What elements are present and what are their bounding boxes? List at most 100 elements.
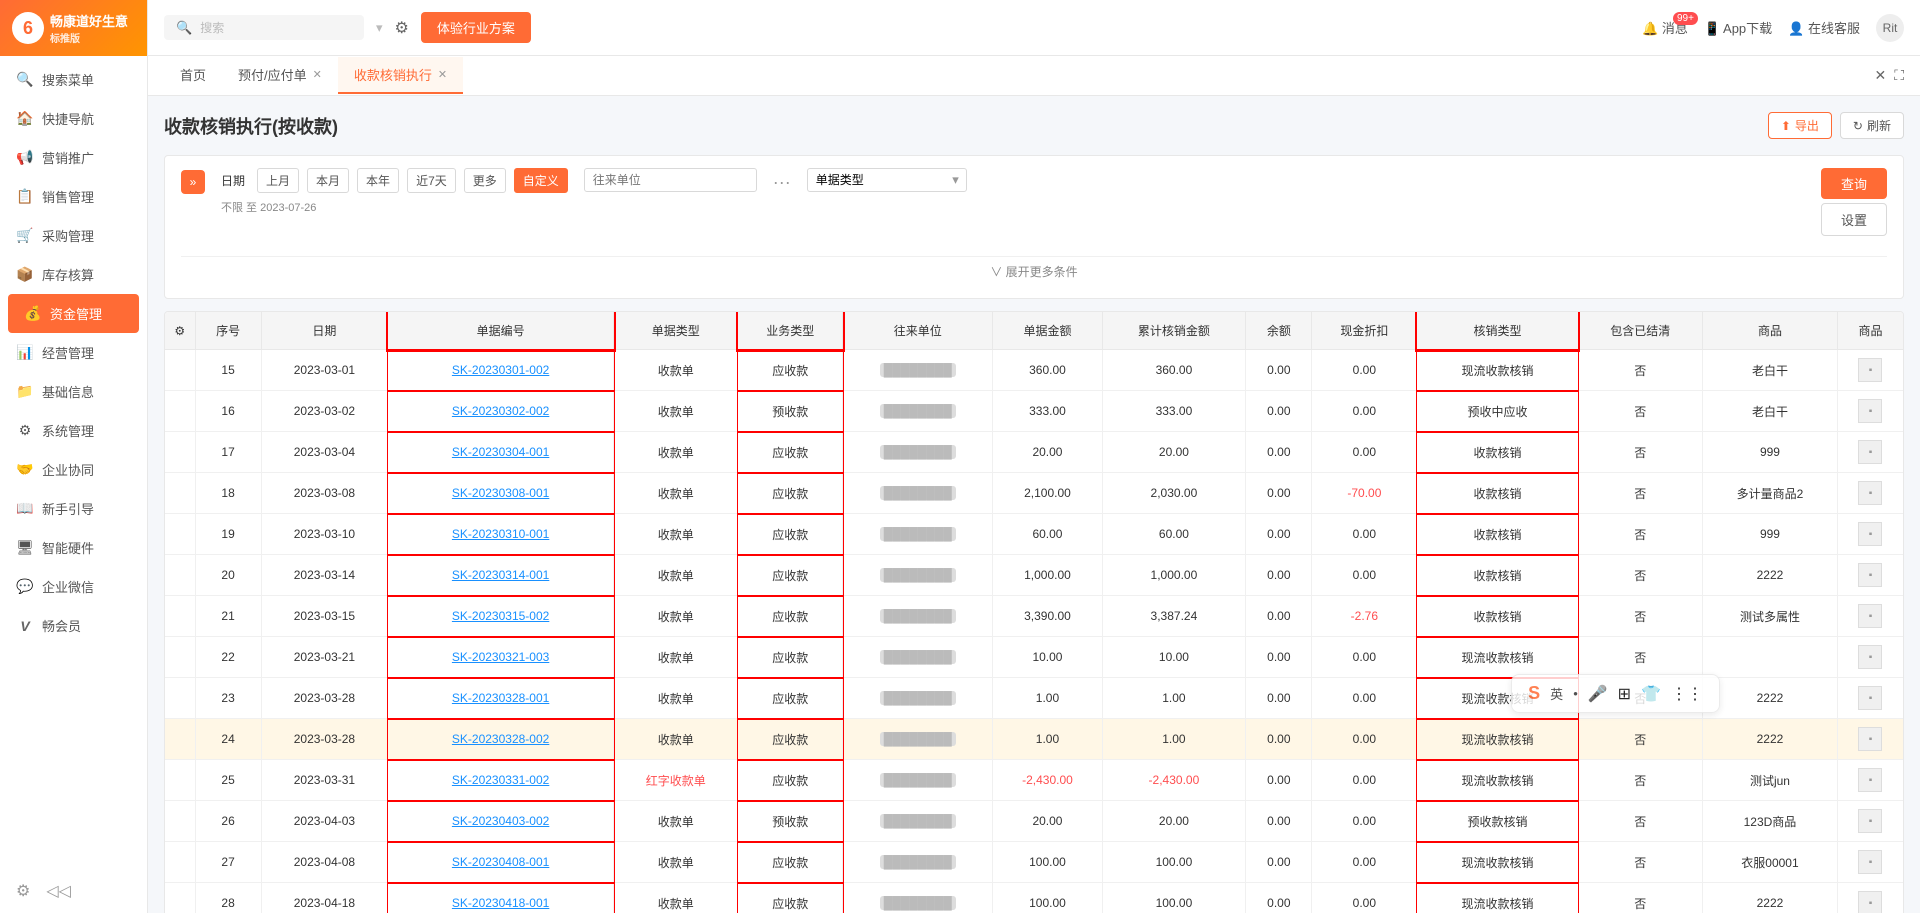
tab-close-all-button[interactable]: ✕ — [1874, 67, 1886, 84]
bill-no-link[interactable]: SK-20230308-001 — [452, 486, 549, 500]
cell-balance: 0.00 — [1246, 514, 1312, 555]
cell-cash-discount: 0.00 — [1312, 719, 1417, 760]
tab-prepay[interactable]: 预付/应付单 ✕ — [222, 57, 338, 94]
cell-counterpart: ████████ — [843, 555, 993, 596]
filter-query-button[interactable]: 查询 — [1821, 168, 1887, 199]
cell-bill-type: 收款单 — [614, 555, 738, 596]
filter-counterpart-input[interactable] — [584, 168, 757, 192]
tab-home[interactable]: 首页 — [164, 57, 222, 94]
bill-no-link[interactable]: SK-20230403-002 — [452, 814, 549, 828]
tab-receipt-verify[interactable]: 收款核销执行 ✕ — [338, 57, 463, 94]
sidebar-item-cooperation[interactable]: 🤝 企业协同 — [0, 450, 147, 489]
header-gear-icon[interactable]: ⚙ — [395, 18, 409, 38]
notification-area[interactable]: 🔔 消息 99+ — [1642, 18, 1688, 37]
bill-no-link[interactable]: SK-20230304-001 — [452, 445, 549, 459]
cell-bill-no[interactable]: SK-20230310-001 — [388, 514, 614, 555]
bill-no-link[interactable]: SK-20230331-002 — [452, 773, 549, 787]
bill-no-link[interactable]: SK-20230418-001 — [452, 896, 549, 910]
cell-seq: 20 — [195, 555, 261, 596]
cell-bill-no[interactable]: SK-20230408-001 — [388, 842, 614, 883]
filter-this-year-btn[interactable]: 本年 — [357, 168, 399, 193]
filter-bill-type-group: 单据类型 — [807, 168, 967, 192]
filter-settings-button[interactable]: 设置 — [1821, 203, 1887, 236]
cell-bill-no[interactable]: SK-20230301-002 — [388, 350, 614, 391]
sidebar-label-cooperation: 企业协同 — [42, 460, 94, 479]
sidebar-item-shortcuts[interactable]: 🏠 快捷导航 — [0, 99, 147, 138]
tab-receipt-close[interactable]: ✕ — [438, 68, 447, 81]
sidebar-item-marketing[interactable]: 📢 营销推广 — [0, 138, 147, 177]
cell-verify-amount: 1.00 — [1102, 719, 1246, 760]
data-table-container: ⚙ 序号 日期 单据编号 单据类型 业务类型 往来单位 单据金额 累计核销金额 … — [164, 311, 1904, 913]
cell-date: 2023-04-03 — [261, 801, 387, 842]
cell-bill-no[interactable]: SK-20230331-002 — [388, 760, 614, 801]
cell-settings — [165, 801, 195, 842]
bill-no-link[interactable]: SK-20230314-001 — [452, 568, 549, 582]
filter-bill-type-select[interactable]: 单据类型 — [807, 168, 967, 192]
filter-last-month-btn[interactable]: 上月 — [257, 168, 299, 193]
refresh-button[interactable]: ↻ 刷新 — [1840, 112, 1904, 139]
sidebar-item-wechat[interactable]: 💬 企业微信 — [0, 567, 147, 606]
collapse-icon[interactable]: ◁◁ — [46, 881, 71, 901]
bill-no-link[interactable]: SK-20230328-001 — [452, 691, 549, 705]
bill-no-link[interactable]: SK-20230408-001 — [452, 855, 549, 869]
cell-bill-no[interactable]: SK-20230304-001 — [388, 432, 614, 473]
filter-this-month-btn[interactable]: 本月 — [307, 168, 349, 193]
table-row: 20 2023-03-14 SK-20230314-001 收款单 应收款 ██… — [165, 555, 1903, 596]
sidebar-item-purchase[interactable]: 🛒 采购管理 — [0, 216, 147, 255]
bill-no-link[interactable]: SK-20230315-002 — [452, 609, 549, 623]
cell-bill-no[interactable]: SK-20230315-002 — [388, 596, 614, 637]
cell-verify-type: 现流收款核销 — [1417, 719, 1578, 760]
cell-product: 123D商品 — [1702, 801, 1837, 842]
sidebar-item-sales[interactable]: 📋 销售管理 — [0, 177, 147, 216]
col-header-settings[interactable]: ⚙ — [165, 312, 195, 350]
sidebar-item-guide[interactable]: 📖 新手引导 — [0, 489, 147, 528]
app-download-link[interactable]: 📱 App下载 — [1704, 18, 1772, 37]
filter-expand-button[interactable]: » — [181, 170, 205, 194]
cell-include-settled: 否 — [1578, 391, 1702, 432]
sidebar-label-inventory: 库存核算 — [42, 265, 94, 284]
column-settings-icon[interactable]: ⚙ — [174, 324, 185, 338]
cell-bill-no[interactable]: SK-20230308-001 — [388, 473, 614, 514]
sidebar-item-system[interactable]: ⚙ 系统管理 — [0, 411, 147, 450]
cell-cash-discount: 0.00 — [1312, 555, 1417, 596]
sidebar-item-member[interactable]: V 畅会员 — [0, 606, 147, 645]
cell-balance: 0.00 — [1246, 473, 1312, 514]
cell-bill-no[interactable]: SK-20230321-003 — [388, 637, 614, 678]
user-avatar[interactable]: Rit — [1876, 14, 1904, 42]
table-scroll[interactable]: ⚙ 序号 日期 单据编号 单据类型 业务类型 往来单位 单据金额 累计核销金额 … — [165, 312, 1903, 913]
tab-prepay-close[interactable]: ✕ — [313, 68, 322, 81]
cell-bill-no[interactable]: SK-20230302-002 — [388, 391, 614, 432]
table-row: 27 2023-04-08 SK-20230408-001 收款单 应收款 ██… — [165, 842, 1903, 883]
bill-no-link[interactable]: SK-20230310-001 — [452, 527, 549, 541]
page-title-actions: ⬆ 导出 ↻ 刷新 — [1768, 112, 1904, 139]
filter-expand-more[interactable]: ∨ 展开更多条件 — [181, 256, 1887, 286]
cell-seq: 24 — [195, 719, 261, 760]
online-service-link[interactable]: 👤 在线客服 — [1788, 18, 1860, 37]
cell-bill-no[interactable]: SK-20230403-002 — [388, 801, 614, 842]
filter-custom-btn[interactable]: 自定义 — [514, 168, 568, 193]
cell-bill-no[interactable]: SK-20230314-001 — [388, 555, 614, 596]
bill-no-link[interactable]: SK-20230328-002 — [452, 732, 549, 746]
sidebar-item-hardware[interactable]: 🖥 智能硬件 — [0, 528, 147, 567]
sidebar-item-search[interactable]: 🔍 搜索菜单 — [0, 60, 147, 99]
cell-bill-amount: 20.00 — [993, 801, 1102, 842]
bill-no-link[interactable]: SK-20230302-002 — [452, 404, 549, 418]
cell-bill-no[interactable]: SK-20230328-002 — [388, 719, 614, 760]
bill-no-link[interactable]: SK-20230321-003 — [452, 650, 549, 664]
sidebar-item-operations[interactable]: 📊 经营管理 — [0, 333, 147, 372]
bill-no-link[interactable]: SK-20230301-002 — [452, 363, 549, 377]
sidebar-item-basics[interactable]: 📁 基础信息 — [0, 372, 147, 411]
industry-solution-button[interactable]: 体验行业方案 — [421, 12, 531, 43]
filter-more-btn[interactable]: 更多 — [464, 168, 506, 193]
settings-footer-icon[interactable]: ⚙ — [16, 881, 30, 901]
cell-bill-no[interactable]: SK-20230328-001 — [388, 678, 614, 719]
cell-bill-amount: 10.00 — [993, 637, 1102, 678]
filter-7days-btn[interactable]: 近7天 — [407, 168, 456, 193]
tab-expand-button[interactable]: ⛶ — [1894, 67, 1904, 84]
table-body: 15 2023-03-01 SK-20230301-002 收款单 应收款 ██… — [165, 350, 1903, 913]
sidebar-item-inventory[interactable]: 📦 库存核算 — [0, 255, 147, 294]
cell-counterpart: ████████ — [843, 842, 993, 883]
export-button[interactable]: ⬆ 导出 — [1768, 112, 1832, 139]
sidebar-item-finance[interactable]: 💰 资金管理 — [8, 294, 139, 333]
cell-bill-no[interactable]: SK-20230418-001 — [388, 883, 614, 913]
